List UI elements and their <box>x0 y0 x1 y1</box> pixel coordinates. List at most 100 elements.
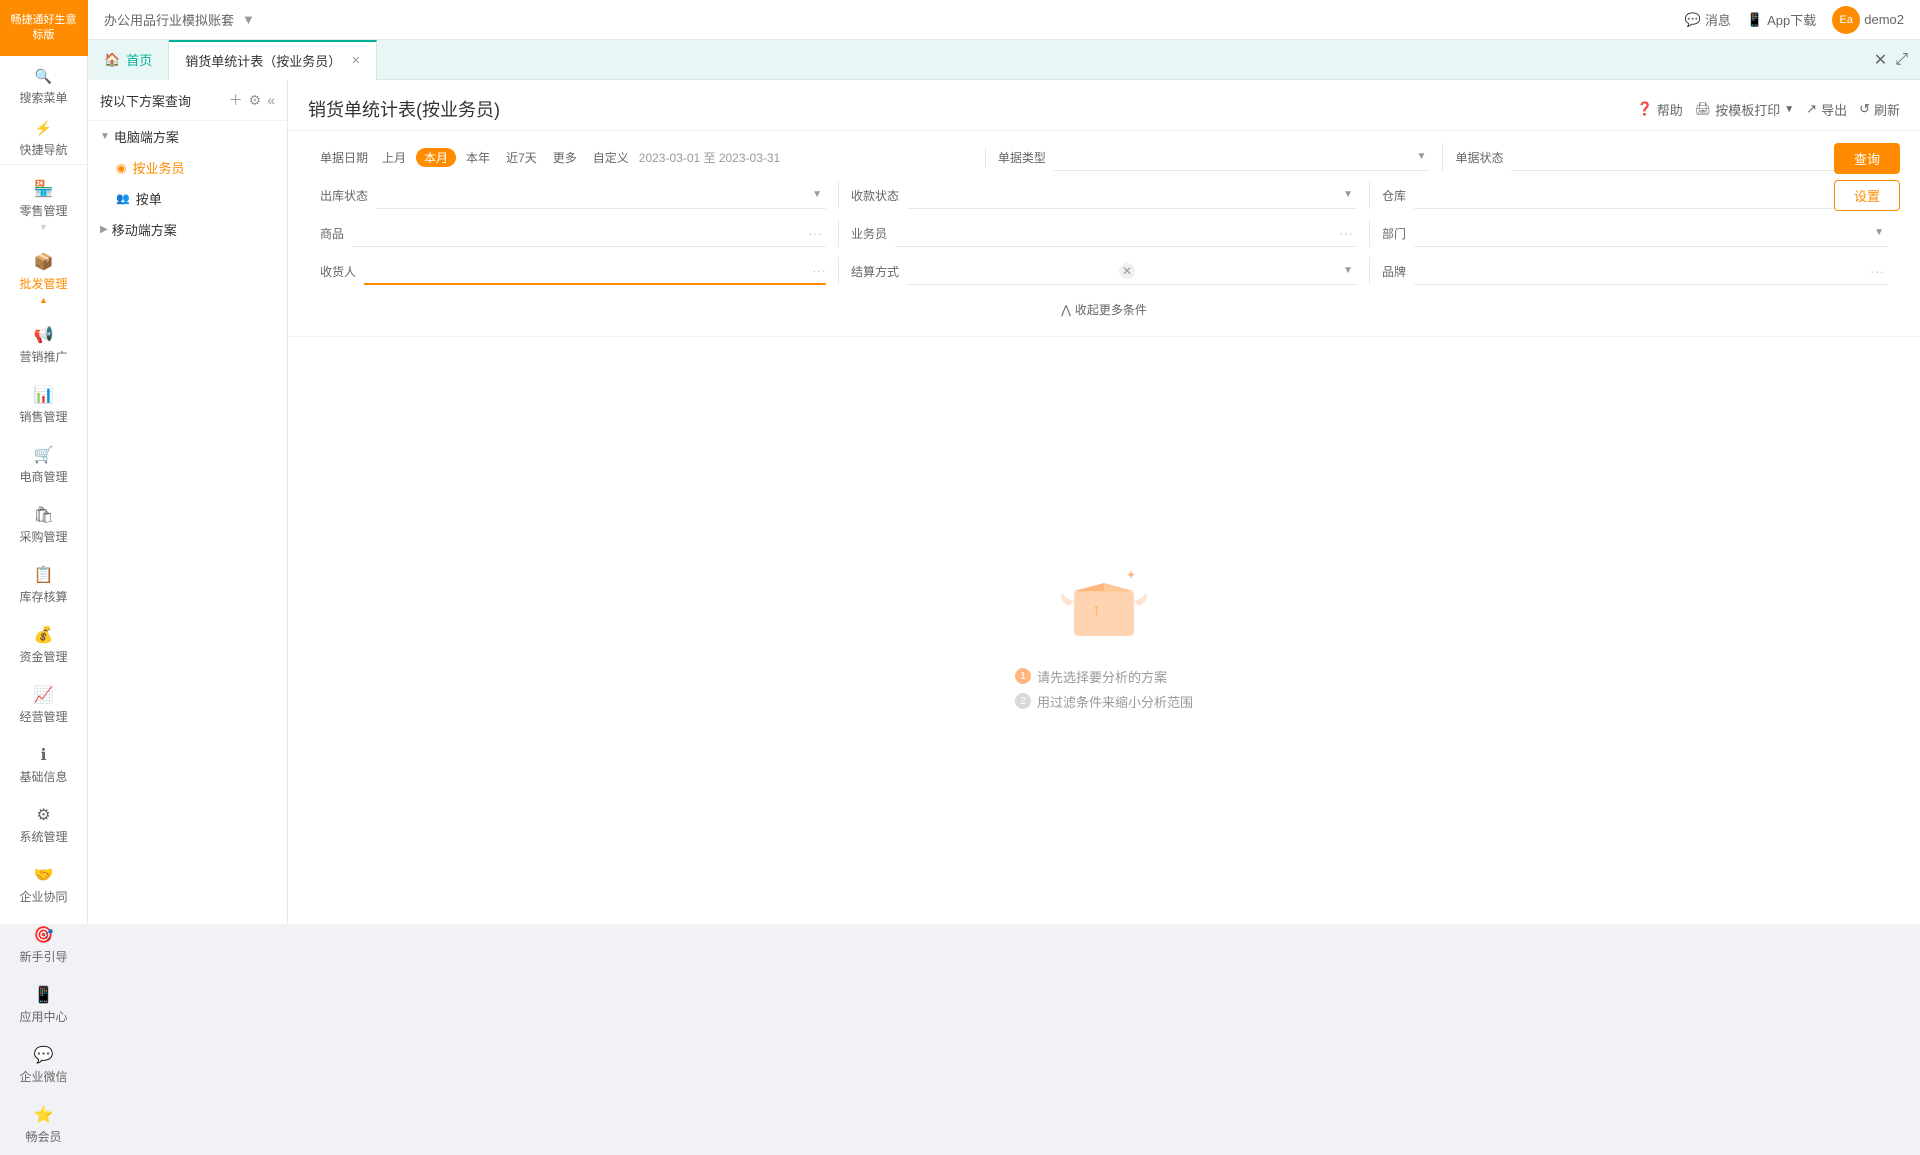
sidebar-item-inventory[interactable]: 📋 库存核算 <box>0 555 87 615</box>
settlement-arrow-icon: ▼ <box>1343 265 1353 276</box>
refresh-label: 刷新 <box>1874 100 1900 119</box>
date-tab-last-month[interactable]: 上月 <box>376 147 412 168</box>
sidebar-item-appstore[interactable]: 📱 应用中心 <box>0 975 87 1035</box>
sidebar: 畅捷通好生意 标版 🔍 搜索菜单 ⚡ 快捷导航 🏪 零售管理 ▼ 📦 批发管理 … <box>0 0 88 924</box>
order-type-filter: 单据类型 ▼ <box>986 143 1444 171</box>
topbar: 办公用品行业模拟账套 ▼ 💬 消息 📱 App下载 Ea demo2 <box>88 0 1920 40</box>
main-area: 办公用品行业模拟账套 ▼ 💬 消息 📱 App下载 Ea demo2 🏠 首页 <box>88 0 1920 924</box>
export-icon: ↗ <box>1806 101 1817 117</box>
user-profile[interactable]: Ea demo2 <box>1832 6 1904 34</box>
collapse-panel-button[interactable]: « <box>267 92 275 108</box>
logo-text: 畅捷通好生意 标版 <box>11 13 77 44</box>
operations-icon: 📈 <box>34 685 54 705</box>
sidebar-item-marketing[interactable]: 📢 营销推广 <box>0 315 87 375</box>
sidebar-item-label: 畅会员 <box>25 1128 61 1145</box>
brand-select[interactable]: ··· <box>1414 257 1888 285</box>
sidebar-search[interactable]: 🔍 搜索菜单 <box>0 56 87 112</box>
query-button[interactable]: 查询 <box>1834 143 1900 174</box>
salesman-select[interactable]: ··· <box>895 219 1357 247</box>
settings-button[interactable]: 设置 <box>1834 180 1900 211</box>
sidebar-item-label: 零售管理 <box>19 202 67 219</box>
marketing-icon: 📢 <box>34 325 54 345</box>
tab-home[interactable]: 🏠 首页 <box>88 40 169 80</box>
newbie-icon: 🎯 <box>34 925 54 945</box>
order-status-select[interactable]: ▼ <box>1511 143 1888 171</box>
wholesale-icon: 📦 <box>34 252 54 272</box>
sidebar-item-retail[interactable]: 🏪 零售管理 ▼ <box>0 169 87 242</box>
print-button[interactable]: 🖨 按模板打印 ▼ <box>1695 100 1794 119</box>
department-filter: 部门 ▼ <box>1370 219 1900 247</box>
warehouse-select[interactable]: ··· <box>1414 181 1888 209</box>
brand-label: 品牌 <box>1382 263 1406 280</box>
refresh-button[interactable]: ↺ 刷新 <box>1859 100 1900 119</box>
ecommerce-icon: 🛒 <box>34 445 54 465</box>
member-icon: ⭐ <box>34 1105 54 1125</box>
sidebar-item-basic[interactable]: ℹ 基础信息 <box>0 735 87 795</box>
sidebar-item-finance[interactable]: 💰 资金管理 <box>0 615 87 675</box>
sales-icon: 📊 <box>34 385 54 405</box>
desktop-scheme-group: ▼ 电脑端方案 ◉ 按业务员 👥 按单 <box>88 121 287 214</box>
sidebar-item-operations[interactable]: 📈 经营管理 <box>0 675 87 735</box>
filter-row-3: 商品 ··· 业务员 ··· <box>308 219 1900 247</box>
settlement-clear-button[interactable]: ✕ <box>1119 263 1135 279</box>
sidebar-item-wholesale[interactable]: 📦 批发管理 ▲ <box>0 242 87 315</box>
sidebar-item-label: 企业协同 <box>19 888 67 905</box>
payment-status-label: 收款状态 <box>851 187 899 204</box>
settlement-select[interactable]: ✕ ▼ <box>907 257 1357 285</box>
sidebar-item-system[interactable]: ⚙ 系统管理 <box>0 795 87 855</box>
date-tab-more[interactable]: 更多 <box>547 147 583 168</box>
receiver-filter: 收货人 ··· <box>308 257 839 285</box>
wechat-icon: 💬 <box>34 1045 54 1065</box>
receiver-input[interactable]: ··· <box>364 257 826 285</box>
sidebar-search-label: 搜索菜单 <box>19 89 67 106</box>
left-panel-header: 按以下方案查询 ＋ ⚙ « <box>88 80 287 121</box>
date-tab-custom[interactable]: 自定义 <box>587 147 635 168</box>
add-scheme-button[interactable]: ＋ <box>229 90 243 110</box>
scheme-by-salesman[interactable]: ◉ 按业务员 <box>104 152 287 183</box>
sidebar-item-sales[interactable]: 📊 销售管理 <box>0 375 87 435</box>
tab-expand-button[interactable]: ⤢ <box>1895 51 1908 69</box>
content-area: 按以下方案查询 ＋ ⚙ « ▼ 电脑端方案 ◉ 按业务员 <box>88 80 1920 924</box>
scheme-by-order-label: 按单 <box>136 189 162 208</box>
department-select[interactable]: ▼ <box>1414 219 1888 247</box>
sidebar-item-newbie[interactable]: 🎯 新手引导 <box>0 915 87 975</box>
out-status-arrow-icon: ▼ <box>812 189 822 200</box>
mobile-scheme-label[interactable]: ▶ 移动端方案 <box>88 214 287 245</box>
department-label: 部门 <box>1382 225 1406 242</box>
sidebar-quick-nav[interactable]: ⚡ 快捷导航 <box>0 112 87 165</box>
settings-scheme-button[interactable]: ⚙ <box>249 92 262 109</box>
sidebar-item-member[interactable]: ⭐ 畅会员 <box>0 1095 87 1155</box>
order-type-select[interactable]: ▼ <box>1054 143 1431 171</box>
brand-filter: 品牌 ··· <box>1370 257 1900 285</box>
desktop-scheme-label[interactable]: ▼ 电脑端方案 <box>88 121 287 152</box>
app-download-button[interactable]: 📱 App下载 <box>1747 10 1816 29</box>
tab-close-button[interactable]: ✕ <box>351 54 360 67</box>
collapse-icon: ⋀ <box>1061 303 1071 317</box>
finance-icon: 💰 <box>34 625 54 645</box>
scheme-by-order[interactable]: 👥 按单 <box>104 183 287 214</box>
corp-icon: 🤝 <box>34 865 54 885</box>
sidebar-item-corp[interactable]: 🤝 企业协同 <box>0 855 87 915</box>
tab-report[interactable]: 销货单统计表（按业务员） ✕ <box>169 40 377 80</box>
topbar-dropdown-icon[interactable]: ▼ <box>242 12 255 27</box>
date-control: 上月 本月 本年 近7天 更多 自定义 2023-03-01 至 2023-03… <box>376 147 969 168</box>
tab-close-all-button[interactable]: ✕ <box>1874 50 1887 70</box>
sidebar-item-purchase[interactable]: 🛍 采购管理 <box>0 495 87 555</box>
export-button[interactable]: ↗ 导出 <box>1806 100 1847 119</box>
date-tab-7days[interactable]: 近7天 <box>500 147 543 168</box>
sidebar-item-label: 经营管理 <box>19 708 67 725</box>
payment-status-select[interactable]: ▼ <box>907 181 1357 209</box>
filter-collapse-button[interactable]: ⋀ 收起更多条件 <box>308 295 1900 324</box>
goods-select[interactable]: ··· <box>352 219 826 247</box>
out-status-select[interactable]: ▼ <box>376 181 826 209</box>
department-arrow-icon: ▼ <box>1874 227 1884 238</box>
message-button[interactable]: 💬 消息 <box>1685 10 1731 29</box>
sidebar-item-wechat[interactable]: 💬 企业微信 <box>0 1035 87 1095</box>
date-tab-this-month[interactable]: 本月 <box>416 148 456 167</box>
print-icon: 🖨 <box>1695 101 1712 117</box>
sidebar-item-ecommerce[interactable]: 🛒 电商管理 <box>0 435 87 495</box>
message-icon: 💬 <box>1685 12 1701 28</box>
date-filter: 单据日期 上月 本月 本年 近7天 更多 自定义 20 <box>308 147 986 168</box>
date-tab-this-year[interactable]: 本年 <box>460 147 496 168</box>
help-button[interactable]: ❓ 帮助 <box>1637 100 1683 119</box>
